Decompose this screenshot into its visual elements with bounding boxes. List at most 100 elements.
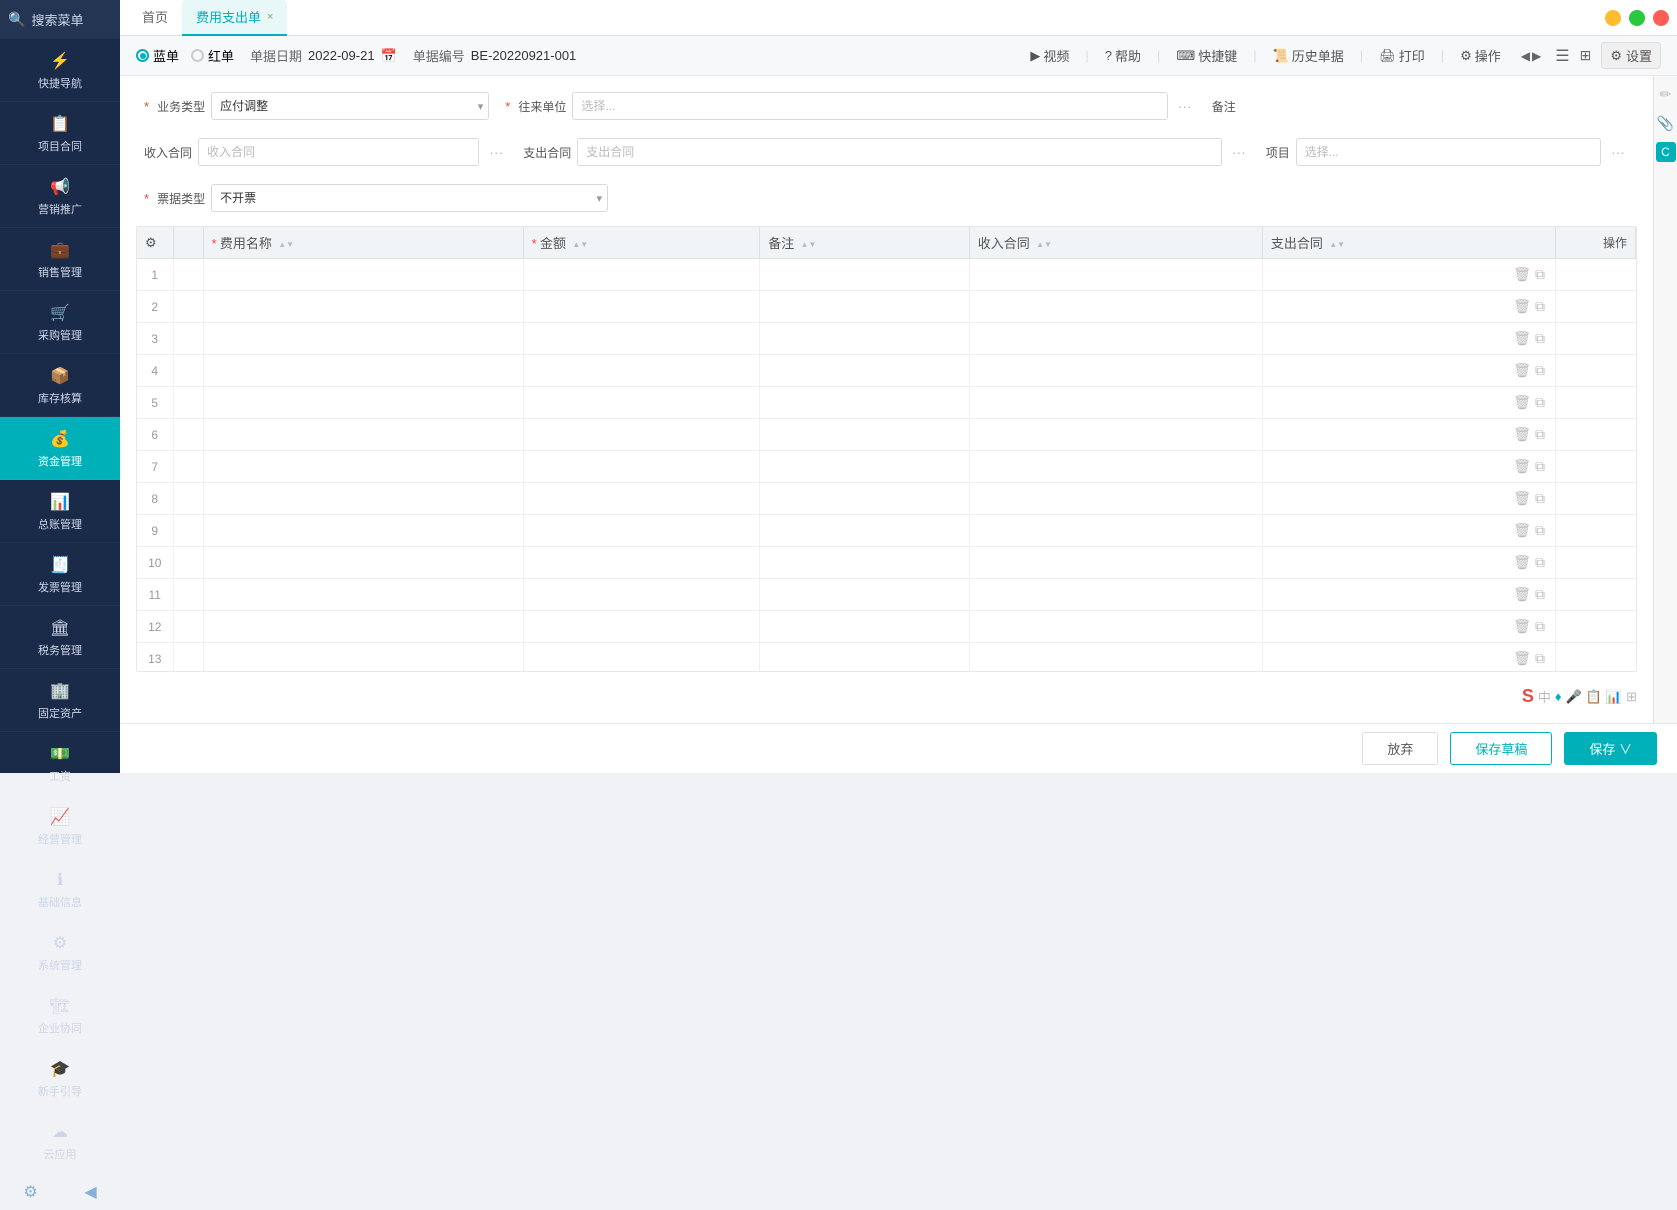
- remark-cell[interactable]: [523, 323, 760, 355]
- income-contract-cell[interactable]: [760, 515, 970, 547]
- delete-row-button[interactable]: 🗑: [1511, 520, 1533, 541]
- income-contract-cell[interactable]: [760, 451, 970, 483]
- income-contract-cell[interactable]: [760, 323, 970, 355]
- delete-row-button[interactable]: 🗑: [1511, 648, 1533, 669]
- sidebar-item-operations[interactable]: 📈 经营管理: [0, 795, 120, 858]
- expense-name-cell[interactable]: [173, 355, 203, 387]
- delete-row-button[interactable]: 🗑: [1511, 328, 1533, 349]
- amount-cell[interactable]: [203, 259, 523, 291]
- print-button[interactable]: 🖨 打印: [1373, 44, 1431, 67]
- gear-icon[interactable]: ⚙: [145, 235, 157, 250]
- expense-name-cell[interactable]: [173, 643, 203, 673]
- expense-name-cell[interactable]: [173, 451, 203, 483]
- s-icon[interactable]: S: [1522, 686, 1534, 707]
- amount-cell[interactable]: [203, 323, 523, 355]
- sidebar-item-project-contract[interactable]: 📋 项目合同: [0, 102, 120, 165]
- sidebar-item-enterprise[interactable]: 🏗 企业协同: [0, 984, 120, 1047]
- project-more-icon[interactable]: ···: [1607, 144, 1629, 160]
- tab-home[interactable]: 首页: [128, 0, 182, 36]
- amount-cell[interactable]: [203, 355, 523, 387]
- sidebar-item-system[interactable]: ⚙ 系统管理: [0, 921, 120, 984]
- expense-contract-cell[interactable]: [969, 419, 1262, 451]
- copy-row-button[interactable]: ⧉: [1533, 616, 1547, 637]
- chinese-icon[interactable]: 中: [1538, 687, 1551, 706]
- remark-cell[interactable]: [523, 643, 760, 673]
- amount-cell[interactable]: [203, 547, 523, 579]
- view-grid-icon[interactable]: ⊞: [1580, 47, 1592, 64]
- expense-contract-cell[interactable]: [969, 259, 1262, 291]
- discard-button[interactable]: 放弃: [1362, 732, 1438, 765]
- remark-cell[interactable]: [523, 451, 760, 483]
- tab-expense-voucher[interactable]: 费用支出单 ×: [182, 0, 287, 36]
- expense-contract-cell[interactable]: [969, 323, 1262, 355]
- delete-row-button[interactable]: 🗑: [1511, 264, 1533, 285]
- remark-cell[interactable]: [523, 387, 760, 419]
- income-contract-cell[interactable]: [760, 387, 970, 419]
- copy-row-button[interactable]: ⧉: [1533, 552, 1547, 573]
- expense-name-cell[interactable]: [173, 419, 203, 451]
- delete-row-button[interactable]: 🗑: [1511, 488, 1533, 509]
- radio-red-option[interactable]: 红单: [191, 46, 234, 65]
- copy-row-button[interactable]: ⧉: [1533, 360, 1547, 381]
- save-button[interactable]: 保存 ∨: [1564, 732, 1657, 765]
- income-contract-cell[interactable]: [760, 355, 970, 387]
- income-contract-cell[interactable]: [760, 643, 970, 673]
- delete-row-button[interactable]: 🗑: [1511, 616, 1533, 637]
- income-contract-cell[interactable]: [760, 291, 970, 323]
- copy-row-button[interactable]: ⧉: [1533, 392, 1547, 413]
- prev-record-button[interactable]: ◀: [1521, 49, 1530, 63]
- sort-icon[interactable]: ▲▼: [801, 240, 817, 249]
- income-contract-cell[interactable]: [760, 547, 970, 579]
- business-type-select[interactable]: 应付调整: [211, 92, 489, 120]
- copy-row-button[interactable]: ⧉: [1533, 296, 1547, 317]
- amount-cell[interactable]: [203, 579, 523, 611]
- sort-icon[interactable]: ▲▼: [1036, 240, 1052, 249]
- sidebar-item-sales[interactable]: 💼 销售管理: [0, 228, 120, 291]
- amount-cell[interactable]: [203, 387, 523, 419]
- sort-icon[interactable]: ▲▼: [572, 240, 588, 249]
- income-more-icon[interactable]: ···: [485, 144, 507, 160]
- sidebar-audio-icon[interactable]: ◀: [84, 1182, 96, 1202]
- right-panel-edit-icon[interactable]: ✏: [1658, 84, 1674, 105]
- tab-close-icon[interactable]: ×: [267, 11, 273, 23]
- copy-row-button[interactable]: ⧉: [1533, 456, 1547, 477]
- expense-name-cell[interactable]: [173, 323, 203, 355]
- table-icon[interactable]: 📊: [1606, 689, 1622, 705]
- income-contract-cell[interactable]: [760, 611, 970, 643]
- calendar-icon[interactable]: 📅: [381, 48, 397, 64]
- save-draft-button[interactable]: 保存草稿: [1450, 732, 1552, 765]
- remark-cell[interactable]: [523, 483, 760, 515]
- settings-button[interactable]: ⚙ 设置: [1601, 42, 1661, 69]
- delete-row-button[interactable]: 🗑: [1511, 424, 1533, 445]
- remark-cell[interactable]: [523, 419, 760, 451]
- copy-row-button[interactable]: ⧉: [1533, 648, 1547, 669]
- video-button[interactable]: ▶ 视频: [1024, 44, 1075, 67]
- income-contract-cell[interactable]: [760, 419, 970, 451]
- expense-name-cell[interactable]: [173, 291, 203, 323]
- remark-cell[interactable]: [523, 611, 760, 643]
- amount-cell[interactable]: [203, 643, 523, 673]
- project-input[interactable]: [1296, 138, 1601, 166]
- right-panel-attach-icon[interactable]: 📎: [1655, 113, 1676, 134]
- expense-name-cell[interactable]: [173, 611, 203, 643]
- sort-icon[interactable]: ▲▼: [278, 240, 294, 249]
- remark-cell[interactable]: [523, 291, 760, 323]
- partner-input[interactable]: [572, 92, 1167, 120]
- expense-contract-cell[interactable]: [969, 579, 1262, 611]
- amount-cell[interactable]: [203, 291, 523, 323]
- remark-cell[interactable]: [523, 259, 760, 291]
- window-max-button[interactable]: [1629, 10, 1645, 26]
- sidebar-item-invoice[interactable]: 🧾 发票管理: [0, 543, 120, 606]
- delete-row-button[interactable]: 🗑: [1511, 392, 1533, 413]
- expense-contract-cell[interactable]: [969, 547, 1262, 579]
- sidebar-item-ledger[interactable]: 📊 总账管理: [0, 480, 120, 543]
- remark-cell[interactable]: [523, 515, 760, 547]
- sidebar-item-newbie[interactable]: 🎓 新手引导: [0, 1047, 120, 1110]
- delete-row-button[interactable]: 🗑: [1511, 456, 1533, 477]
- delete-row-button[interactable]: 🗑: [1511, 360, 1533, 381]
- sidebar-item-purchase[interactable]: 🛒 采购管理: [0, 291, 120, 354]
- sidebar-item-salary[interactable]: 💵 工资: [0, 732, 120, 795]
- amount-cell[interactable]: [203, 419, 523, 451]
- copy-row-button[interactable]: ⧉: [1533, 488, 1547, 509]
- grid-icon[interactable]: ⊞: [1626, 689, 1637, 705]
